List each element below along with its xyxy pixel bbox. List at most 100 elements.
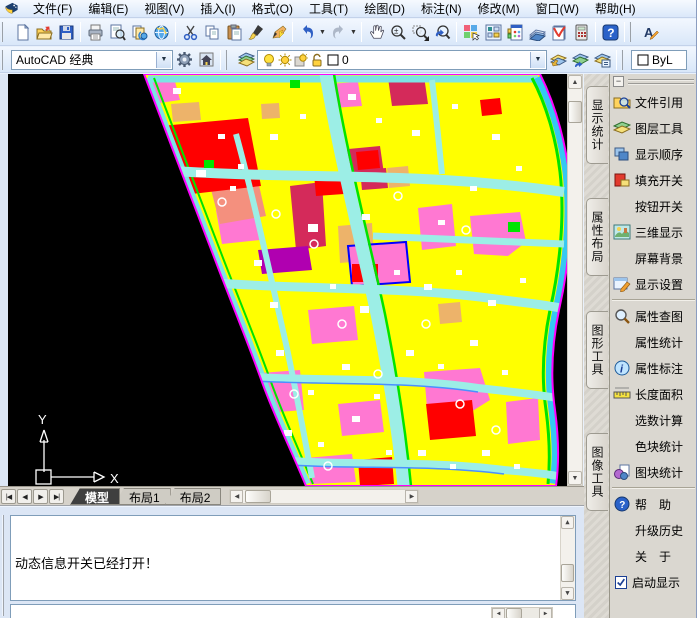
tab-layout2[interactable]: 布局2 xyxy=(164,488,222,505)
layer-freeze-sun-icon[interactable] xyxy=(278,53,292,67)
hscroll-thumb[interactable] xyxy=(245,490,272,503)
palette-item-about[interactable]: 关 于 xyxy=(610,543,696,569)
vscroll-thumb[interactable] xyxy=(568,101,582,123)
workspace-dropdown[interactable]: ▼ xyxy=(156,51,171,68)
save-button[interactable] xyxy=(55,21,77,43)
scroll-down-button[interactable]: ▼ xyxy=(568,471,582,485)
palette-item-file-reference[interactable]: 文件引用 xyxy=(610,89,696,115)
startup-display-checkbox[interactable] xyxy=(615,575,627,589)
canvas-hscrollbar[interactable]: ◀ ▶ xyxy=(229,489,420,504)
input-hscroll-thumb[interactable] xyxy=(506,608,522,618)
input-hscrollbar[interactable]: ◀ ▶ xyxy=(491,607,553,618)
tab-model[interactable]: 模型 xyxy=(70,488,121,505)
first-tab-button[interactable]: |◀ xyxy=(1,489,16,504)
markup-manager-button[interactable] xyxy=(548,21,570,43)
menu-dimension[interactable]: 标注(N) xyxy=(413,1,470,17)
palette-item-fill-toggle[interactable]: 填充开关 xyxy=(610,167,696,193)
palette-item-screen-background[interactable]: 屏幕背景 xyxy=(610,245,696,271)
plot-button[interactable] xyxy=(84,21,106,43)
toolbar-grip[interactable] xyxy=(1,49,8,70)
palette-item-block-stats[interactable]: 图块统计 xyxy=(610,459,696,485)
help-button[interactable]: ? xyxy=(599,21,621,43)
menu-window[interactable]: 窗口(W) xyxy=(528,1,587,17)
palette-item-draw-order[interactable]: 显示顺序 xyxy=(610,141,696,167)
scroll-up-button[interactable]: ▲ xyxy=(568,75,582,89)
menu-draw[interactable]: 绘图(D) xyxy=(356,1,413,17)
history-vscrollbar[interactable]: ▲ ▼ xyxy=(560,516,575,600)
scroll-right-button[interactable]: ▶ xyxy=(405,490,419,503)
palette-item-attribute-statistics[interactable]: 属性统计 xyxy=(610,329,696,355)
zoom-realtime-button[interactable]: ± xyxy=(387,21,409,43)
new-file-button[interactable] xyxy=(11,21,33,43)
undo-button[interactable] xyxy=(296,21,318,43)
palette-item-layer-tools[interactable]: 图层工具 xyxy=(610,115,696,141)
undo-dropdown[interactable]: ▼ xyxy=(318,29,327,36)
block-editor-button[interactable] xyxy=(267,21,289,43)
drawing-canvas[interactable]: Y X xyxy=(8,74,567,486)
open-file-button[interactable] xyxy=(33,21,55,43)
copy-button[interactable] xyxy=(201,21,223,43)
collapse-button[interactable]: − xyxy=(613,76,624,87)
palette-item-upgrade-history[interactable]: 升级历史 xyxy=(610,517,696,543)
make-object-layer-current-button[interactable] xyxy=(547,49,569,71)
workspace-settings-button[interactable] xyxy=(173,49,195,71)
paste-button[interactable] xyxy=(223,21,245,43)
layer-on-bulb-icon[interactable] xyxy=(262,53,276,67)
panel-grip[interactable] xyxy=(628,78,694,85)
command-input[interactable]: 命令: ◀ ▶ xyxy=(10,604,576,618)
menu-modify[interactable]: 修改(M) xyxy=(470,1,528,17)
text-style-button[interactable]: A xyxy=(639,21,661,43)
canvas-vscrollbar[interactable]: ▲ ▼ xyxy=(567,74,583,486)
layer-unlock-icon[interactable] xyxy=(310,53,324,67)
menu-format[interactable]: 格式(O) xyxy=(244,1,301,17)
toolbar-grip[interactable] xyxy=(225,49,232,70)
palette-item-help[interactable]: ? 帮 助 xyxy=(610,491,696,517)
web-publish-button[interactable] xyxy=(150,21,172,43)
designcenter-button[interactable] xyxy=(482,21,504,43)
history-vscroll-thumb[interactable] xyxy=(561,564,574,582)
menu-insert[interactable]: 插入(I) xyxy=(192,1,243,17)
tool-palettes-button[interactable] xyxy=(504,21,526,43)
publish-button[interactable] xyxy=(128,21,150,43)
redo-button[interactable] xyxy=(327,21,349,43)
toolbar-grip[interactable] xyxy=(629,21,636,43)
palette-item-button-toggle[interactable]: 按钮开关 xyxy=(610,193,696,219)
toolbar-grip[interactable] xyxy=(621,49,628,70)
scroll-left-button[interactable]: ◀ xyxy=(230,490,244,503)
layer-vp-freeze-icon[interactable] xyxy=(294,52,308,67)
cut-button[interactable] xyxy=(179,21,201,43)
toolbar-grip[interactable] xyxy=(1,21,8,43)
palette-item-length-area[interactable]: 长度面积 xyxy=(610,381,696,407)
palette-item-selection-calc[interactable]: 选数计算 xyxy=(610,407,696,433)
layer-combo[interactable]: 0 ▼ xyxy=(257,49,547,70)
layer-dropdown[interactable]: ▼ xyxy=(530,51,545,68)
menu-file[interactable]: 文件(F) xyxy=(25,1,80,17)
layer-previous-button[interactable] xyxy=(569,49,591,71)
palette-item-colorblock-stats[interactable]: 色块统计 xyxy=(610,433,696,459)
scroll-up-button[interactable]: ▲ xyxy=(561,516,574,529)
zoom-previous-button[interactable] xyxy=(431,21,453,43)
zoom-window-button[interactable] xyxy=(409,21,431,43)
menu-help[interactable]: 帮助(H) xyxy=(587,1,644,17)
pan-button[interactable] xyxy=(365,21,387,43)
menu-tools[interactable]: 工具(T) xyxy=(301,1,356,17)
tab-layout1[interactable]: 布局1 xyxy=(114,488,171,505)
tab-display-statistics[interactable]: 显示统计 xyxy=(586,86,608,164)
menu-view[interactable]: 视图(V) xyxy=(136,1,192,17)
palette-item-startup-display[interactable]: 启动显示 xyxy=(610,569,696,595)
match-properties-button[interactable] xyxy=(245,21,267,43)
prev-tab-button[interactable]: ◀ xyxy=(17,489,32,504)
menu-edit[interactable]: 编辑(E) xyxy=(80,1,136,17)
color-combo[interactable]: ByL xyxy=(631,49,687,70)
my-workspace-button[interactable] xyxy=(195,49,217,71)
command-window-grip[interactable] xyxy=(2,515,8,616)
palette-item-3d-display[interactable]: 三维显示 xyxy=(610,219,696,245)
palette-item-display-settings[interactable]: 显示设置 xyxy=(610,271,696,297)
scroll-left-button[interactable]: ◀ xyxy=(492,608,505,618)
scroll-right-button[interactable]: ▶ xyxy=(539,608,552,618)
palette-item-attribute-query[interactable]: 属性查图 xyxy=(610,303,696,329)
command-history[interactable]: 动态信息开关已经打开！ 命令: 命令: 选择样本实体: ▲ ▼ xyxy=(10,515,576,601)
tab-graphic-tools[interactable]: 图形工具 xyxy=(586,311,608,389)
sheetset-manager-button[interactable] xyxy=(526,21,548,43)
plot-preview-button[interactable] xyxy=(106,21,128,43)
